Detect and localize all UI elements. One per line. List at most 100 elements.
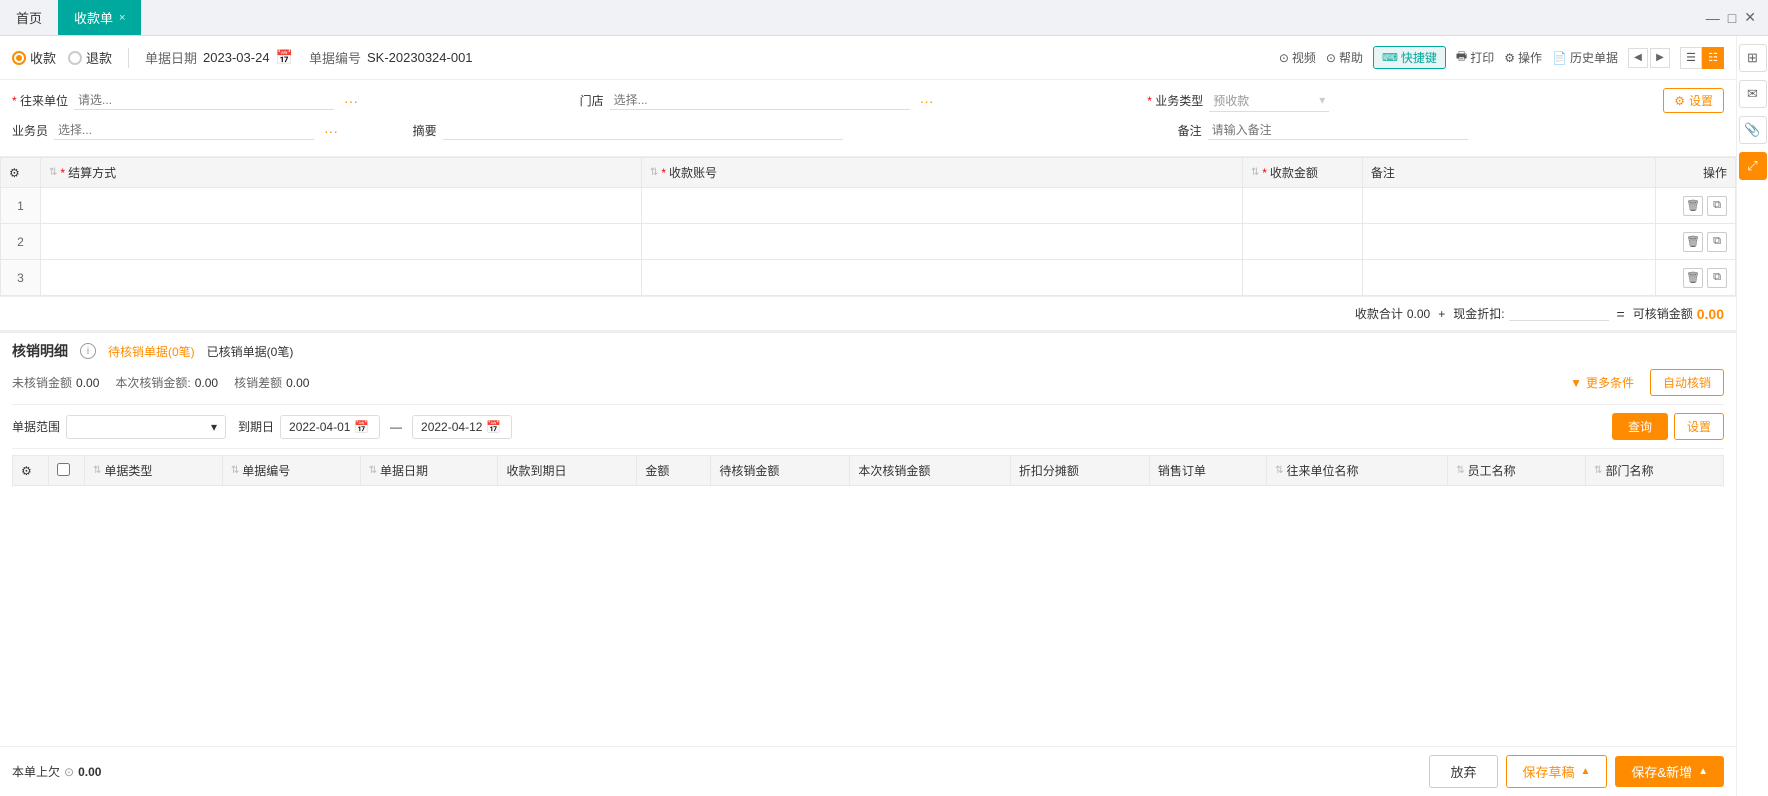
close-btn[interactable]: ✕	[1744, 9, 1756, 26]
row-num-2: 2	[1, 224, 41, 260]
history-link[interactable]: 📄 历史单据	[1552, 49, 1618, 66]
select-all-checkbox[interactable]	[57, 463, 70, 476]
tab-collection[interactable]: 收款单 ×	[58, 0, 141, 35]
delete-icon-1[interactable]: 🗑	[1683, 196, 1703, 216]
note-input[interactable]	[1208, 121, 1468, 140]
delete-icon-2[interactable]: 🗑	[1683, 232, 1703, 252]
print-link[interactable]: 🖶 打印	[1456, 47, 1494, 68]
range-select[interactable]: ▾	[66, 415, 226, 439]
action-1: 🗑 ⧉	[1656, 188, 1736, 224]
settle-method-2[interactable]	[41, 224, 642, 260]
radio-refund[interactable]: 退款	[68, 48, 112, 67]
store-more-btn[interactable]: ···	[916, 93, 938, 109]
save-draft-arrow-icon: ▲	[1581, 766, 1591, 777]
bottom-checkbox-th	[49, 456, 85, 486]
form-section: * 往来单位 ··· 门店 ··· * 业务类型 预收款	[0, 80, 1736, 157]
copy-icon-1[interactable]: ⧉	[1707, 196, 1727, 216]
help-link[interactable]: ⊙ 帮助	[1326, 49, 1363, 66]
type-radio-group: 收款 退款	[12, 48, 112, 67]
save-new-btn[interactable]: 保存&新增 ▲	[1615, 756, 1724, 787]
tab-home[interactable]: 首页	[0, 0, 58, 35]
note-field: 备注	[1178, 121, 1724, 140]
counterpart-input[interactable]	[74, 91, 334, 110]
abandon-btn[interactable]: 放弃	[1429, 755, 1497, 788]
amount-2[interactable]	[1242, 224, 1362, 260]
sidebar-attachment-icon[interactable]: 📎	[1739, 116, 1767, 144]
nav-arrows: ◀ ▶	[1628, 48, 1670, 68]
gear-icon: ⚙	[1674, 94, 1685, 108]
calendar-from-icon: 📅	[354, 420, 369, 434]
filter-settings-btn[interactable]: 设置	[1674, 413, 1724, 440]
minimize-btn[interactable]: —	[1706, 10, 1720, 26]
sidebar-expand-icon[interactable]: ⤢	[1739, 152, 1767, 180]
filter-actions: 查询 设置	[1612, 413, 1724, 440]
th-note: 备注	[1362, 158, 1655, 188]
account-1[interactable]	[641, 188, 1242, 224]
settle-method-3[interactable]	[41, 260, 642, 296]
shortcut-btn[interactable]: ⌨ 快捷键	[1373, 46, 1446, 69]
bottom-table-container: ⚙ ⇅单据类型 ⇅单据编号	[12, 455, 1724, 486]
date-from-input[interactable]: 2022-04-01 📅	[280, 415, 380, 439]
counterpart-more-btn[interactable]: ···	[340, 93, 362, 109]
main-table: ⚙ ⇅ *结算方式 ⇅ *收款账号	[0, 157, 1736, 296]
sidebar-table-icon[interactable]: ⊞	[1739, 44, 1767, 72]
table-gear-th[interactable]: ⚙	[1, 158, 41, 188]
operations-link[interactable]: ⚙ 操作	[1504, 49, 1542, 66]
maximize-btn[interactable]: □	[1728, 10, 1736, 26]
radio-collection[interactable]: 收款	[12, 48, 56, 67]
account-2[interactable]	[641, 224, 1242, 260]
discount-input[interactable]	[1509, 306, 1609, 321]
amount-3[interactable]	[1242, 260, 1362, 296]
th-this-writeoff: 本次核销金额	[850, 456, 1011, 486]
amount-1[interactable]	[1242, 188, 1362, 224]
footer-actions: 放弃 保存草稿 ▲ 保存&新增 ▲	[1429, 755, 1724, 788]
bottom-gear-th[interactable]: ⚙	[13, 456, 49, 486]
form-settings-btn[interactable]: ⚙ 设置	[1663, 88, 1724, 113]
summary-input[interactable]	[443, 121, 843, 140]
settle-method-1[interactable]	[41, 188, 642, 224]
table-row: 3 🗑 ⧉	[1, 260, 1736, 296]
prev-arrow[interactable]: ◀	[1628, 48, 1648, 68]
staff-more-btn[interactable]: ···	[320, 123, 342, 139]
next-arrow[interactable]: ▶	[1650, 48, 1670, 68]
copy-icon-2[interactable]: ⧉	[1707, 232, 1727, 252]
date-to-input[interactable]: 2022-04-12 📅	[412, 415, 512, 439]
radio-dot-collection	[12, 51, 26, 65]
business-type-select[interactable]: 预收款 ▾	[1209, 90, 1329, 112]
note-3[interactable]	[1362, 260, 1655, 296]
store-input[interactable]	[610, 91, 910, 110]
date-field: 单据日期 2023-03-24 📅	[145, 48, 293, 67]
done-tab[interactable]: 已核销单据(0笔)	[207, 343, 294, 360]
filter-row: 单据范围 ▾ 到期日 2022-04-01 📅 —	[12, 404, 1724, 449]
table-row: 1 🗑 ⧉	[1, 188, 1736, 224]
staff-input[interactable]	[54, 121, 314, 140]
copy-icon-3[interactable]: ⧉	[1707, 268, 1727, 288]
action-3: 🗑 ⧉	[1656, 260, 1736, 296]
save-new-arrow-icon: ▲	[1698, 766, 1708, 777]
th-amount: ⇅ *收款金额	[1242, 158, 1362, 188]
more-conditions-btn[interactable]: ▼ 更多条件	[1570, 374, 1634, 391]
th-operations: 操作	[1656, 158, 1736, 188]
range-field: 单据范围 ▾	[12, 415, 226, 439]
id-field: 单据编号 SK-20230324-001	[309, 48, 473, 67]
th-pending: 待核销金额	[711, 456, 850, 486]
pending-tab[interactable]: 待核销单据(0笔)	[108, 343, 195, 360]
delete-icon-3[interactable]: 🗑	[1683, 268, 1703, 288]
query-btn[interactable]: 查询	[1612, 413, 1668, 440]
discount-item: 现金折扣:	[1453, 305, 1608, 322]
info-icon[interactable]: i	[80, 343, 96, 359]
th-doc-date: ⇅单据日期	[360, 456, 498, 486]
list-view-btn[interactable]: ☰	[1680, 47, 1702, 69]
account-3[interactable]	[641, 260, 1242, 296]
auto-writeoff-btn[interactable]: 自动核销	[1650, 369, 1724, 396]
form-view-btn[interactable]: ☷	[1702, 47, 1724, 69]
tab-close-icon[interactable]: ×	[119, 12, 125, 24]
note-2[interactable]	[1362, 224, 1655, 260]
video-link[interactable]: ⊙ 视频	[1279, 49, 1316, 66]
note-1[interactable]	[1362, 188, 1655, 224]
save-draft-btn[interactable]: 保存草稿 ▲	[1506, 755, 1608, 788]
sidebar-email-icon[interactable]: ✉	[1739, 80, 1767, 108]
calendar-to-icon: 📅	[486, 420, 501, 434]
calendar-icon[interactable]: 📅	[276, 49, 293, 66]
th-account: ⇅ *收款账号	[641, 158, 1242, 188]
